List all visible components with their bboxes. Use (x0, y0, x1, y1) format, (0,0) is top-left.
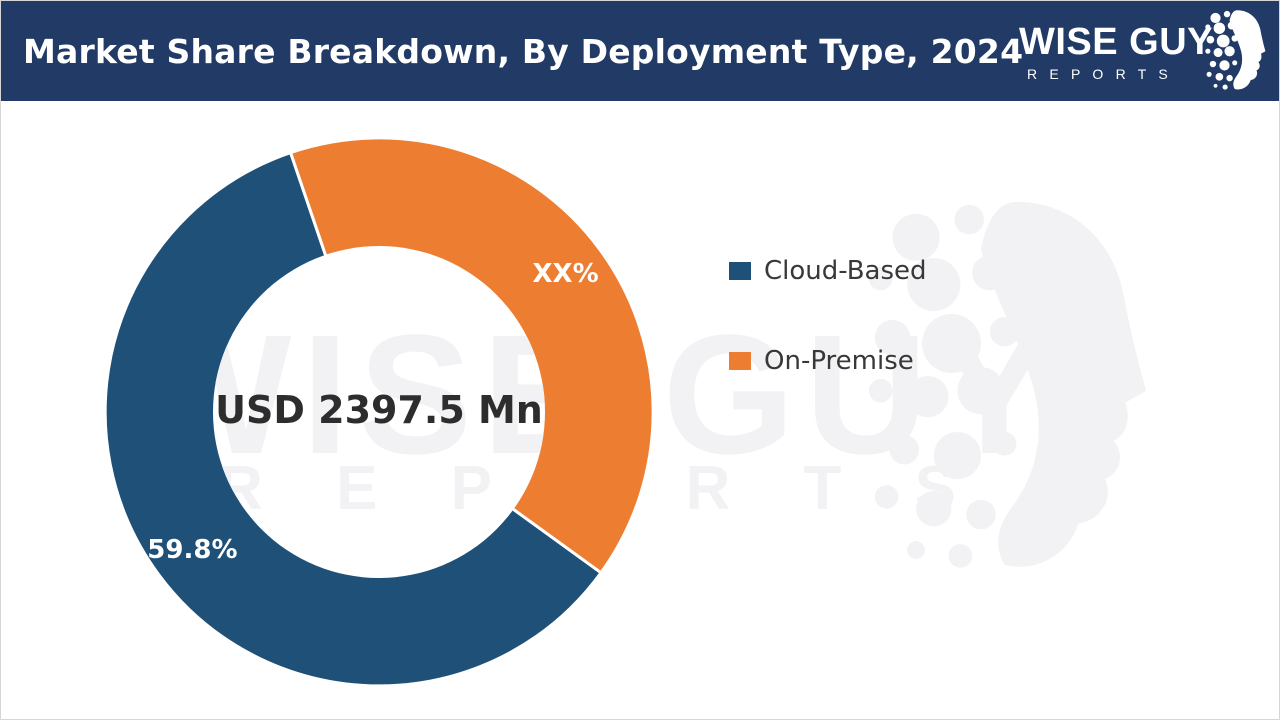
header-bar: Market Share Breakdown, By Deployment Ty… (1, 1, 1279, 101)
chart-legend: Cloud-Based On-Premise (729, 251, 927, 381)
page-title: Market Share Breakdown, By Deployment Ty… (23, 31, 1024, 71)
donut-chart: WISE GUY R E P O R T S WISE GUY R E P O … (103, 136, 1147, 688)
legend-item-cloud-based: Cloud-Based (729, 251, 927, 291)
logo-subtitle: R E P O R T S (1027, 66, 1172, 82)
legend-swatch-on-premise (729, 352, 751, 370)
slice-percent-label: XX% (533, 259, 599, 289)
report-page: Market Share Breakdown, By Deployment Ty… (0, 0, 1280, 720)
legend-label: Cloud-Based (764, 256, 927, 286)
slice-percent-label: 59.8% (147, 535, 237, 565)
legend-item-on-premise: On-Premise (729, 341, 927, 381)
logo-wordmark: WISE GUY (1019, 21, 1213, 63)
legend-label: On-Premise (764, 346, 914, 376)
wise-guy-reports-logo: WISE GUY R E P O R T S (1019, 10, 1266, 90)
donut-center-value: USD 2397.5 Mn (215, 388, 543, 432)
logo-head-icon (1205, 10, 1266, 90)
legend-swatch-cloud-based (729, 262, 751, 280)
